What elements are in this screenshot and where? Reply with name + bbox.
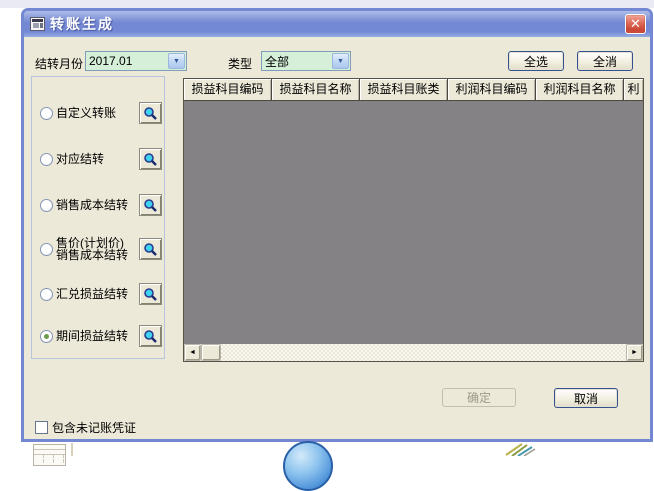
column-header[interactable]: 利润科目名称 [536, 79, 624, 101]
radio-label[interactable]: 自定义转账 [56, 107, 139, 119]
dialog-body: 结转月份 2017.01 ▼ 类型 全部 ▼ 全选 全消 自定义转账 对应结转 [24, 37, 650, 439]
grid-body-empty [184, 101, 643, 344]
magnifier-icon [144, 242, 157, 256]
ok-button[interactable]: 确定 [442, 388, 516, 407]
month-value: 2017.01 [89, 54, 133, 68]
column-header[interactable]: 利润科目编码 [448, 79, 536, 101]
include-unposted-row: 包含未记账凭证 [35, 419, 136, 436]
grid-header: 损益科目编码 损益科目名称 损益科目账类 利润科目编码 利润科目名称 利 [184, 79, 643, 101]
scrollbar-track[interactable] [221, 344, 626, 361]
month-label: 结转月份 [35, 57, 84, 71]
browse-button[interactable] [139, 238, 162, 260]
select-all-button[interactable]: 全选 [508, 51, 564, 71]
desktop-divider [71, 443, 73, 456]
radio-button[interactable] [40, 198, 53, 212]
include-unposted-label[interactable]: 包含未记账凭证 [52, 419, 136, 436]
close-icon[interactable]: ✕ [625, 14, 646, 34]
browse-button[interactable] [139, 325, 162, 347]
radio-row-price-sales-cost: 售价(计划价) 销售成本结转 [40, 235, 162, 263]
radio-row-corresponding: 对应结转 [40, 148, 162, 170]
magnifier-icon [144, 198, 157, 212]
radio-button[interactable] [40, 152, 53, 166]
transfer-type-group: 自定义转账 对应结转 销售成本结转 售价(计划价) 销售成本结转 汇兑损益结转 [31, 76, 165, 359]
top-strip [0, 0, 654, 8]
cancel-button[interactable]: 取消 [554, 388, 618, 408]
column-header[interactable]: 损益科目编码 [184, 79, 272, 101]
sheet-grid-row [34, 450, 65, 463]
chevron-down-icon[interactable]: ▼ [168, 53, 185, 69]
browse-button[interactable] [139, 102, 162, 124]
radio-label[interactable]: 汇兑损益结转 [56, 288, 139, 300]
form-glyph [32, 19, 43, 28]
column-header[interactable]: 损益科目名称 [272, 79, 360, 101]
chevron-down-icon[interactable]: ▼ [332, 53, 349, 69]
type-dropdown[interactable]: 全部 ▼ [261, 51, 351, 71]
radio-row-period-profit-loss: 期间损益结转 [40, 325, 162, 347]
month-dropdown[interactable]: 2017.01 ▼ [85, 51, 187, 71]
horizontal-scrollbar[interactable]: ◄ ► [184, 344, 643, 361]
magnifier-icon [144, 106, 157, 120]
browse-button[interactable] [139, 194, 162, 216]
magnifier-icon [144, 152, 157, 166]
magnifier-icon [144, 329, 157, 343]
desktop-icon-globe[interactable] [283, 441, 333, 491]
radio-label[interactable]: 对应结转 [56, 153, 139, 165]
radio-button[interactable] [40, 287, 53, 301]
dialog-title: 转账生成 [50, 16, 114, 32]
include-unposted-checkbox[interactable] [35, 421, 48, 434]
scroll-right-icon[interactable]: ► [626, 344, 643, 361]
browse-button[interactable] [139, 283, 162, 305]
radio-label[interactable]: 售价(计划价) 销售成本结转 [56, 237, 139, 261]
radio-row-custom-transfer: 自定义转账 [40, 102, 162, 124]
scrollbar-thumb[interactable] [201, 344, 221, 361]
radio-row-sales-cost: 销售成本结转 [40, 194, 162, 216]
dialog-titlebar[interactable]: 转账生成 ✕ [24, 11, 650, 37]
radio-row-exchange-gain-loss: 汇兑损益结转 [40, 283, 162, 305]
transfer-grid: 损益科目编码 损益科目名称 损益科目账类 利润科目编码 利润科目名称 利 ◄ ► [183, 78, 644, 362]
transfer-generation-dialog: 转账生成 ✕ 结转月份 2017.01 ▼ 类型 全部 ▼ 全选 全消 自定义转… [21, 8, 653, 442]
pencils-icon [505, 443, 536, 457]
deselect-all-button[interactable]: 全消 [577, 51, 633, 71]
screen: { "window": { "title": "转账生成", "close_gl… [0, 0, 654, 491]
desktop-icon-spreadsheet[interactable] [33, 444, 66, 466]
radio-button[interactable] [40, 242, 53, 256]
type-label: 类型 [228, 57, 253, 71]
window-icon[interactable] [30, 17, 45, 31]
column-header[interactable]: 损益科目账类 [360, 79, 448, 101]
radio-button[interactable] [40, 329, 53, 343]
radio-label[interactable]: 期间损益结转 [56, 330, 139, 342]
type-value: 全部 [265, 54, 290, 69]
magnifier-icon [144, 287, 157, 301]
browse-button[interactable] [139, 148, 162, 170]
column-header[interactable]: 利 [624, 79, 643, 101]
scroll-left-icon[interactable]: ◄ [184, 344, 201, 361]
radio-button[interactable] [40, 106, 53, 120]
desktop-icon-pencils[interactable] [502, 442, 536, 461]
radio-label[interactable]: 销售成本结转 [56, 199, 139, 211]
